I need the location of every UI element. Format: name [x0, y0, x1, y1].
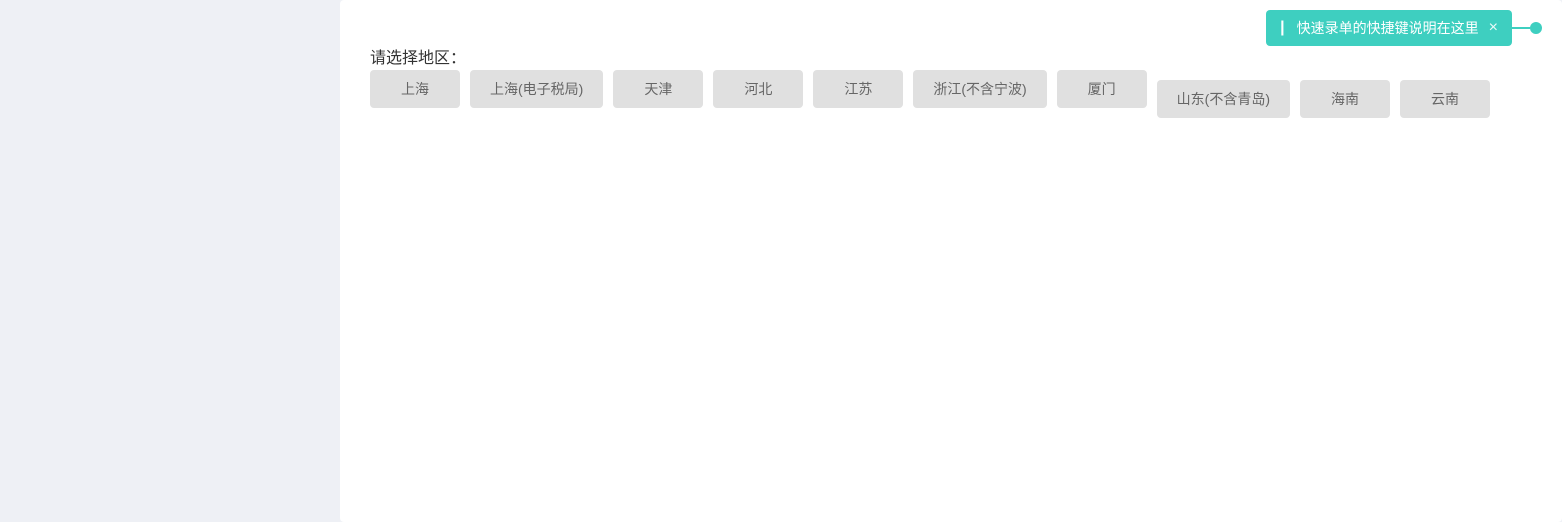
region-btn-yunnan[interactable]: 云南 — [1400, 80, 1490, 118]
region-buttons-container: 上海上海(电子税局) 天津河北江苏浙江(不含宁波) 厦门山东(不含青岛) 海南云南 — [370, 70, 1520, 118]
tooltip-connector-line — [1512, 27, 1530, 29]
region-btn-hainan[interactable]: 海南 — [1300, 80, 1390, 118]
left-sidebar — [0, 0, 340, 522]
tooltip-text: 快速录单的快捷键说明在这里 — [1297, 18, 1479, 38]
region-btn-xiamen[interactable]: 厦门 — [1057, 70, 1147, 108]
region-btn-tianjin[interactable]: 天津 — [613, 70, 703, 108]
main-content: 请选择地区： 上海上海(电子税局) 天津河北江苏浙江(不含宁波) 厦门山东(不含青岛… — [340, 0, 1562, 522]
tooltip-connector-dot — [1530, 22, 1542, 34]
region-btn-shanghai[interactable]: 上海 — [370, 70, 460, 108]
region-label: 请选择地区： — [370, 44, 466, 68]
region-btn-shanghai-e-tax[interactable]: 上海(电子税局) — [470, 70, 603, 108]
region-btn-zhejiang[interactable]: 浙江(不含宁波) — [913, 70, 1046, 108]
region-btn-hebei[interactable]: 河北 — [713, 70, 803, 108]
region-btn-jiangsu[interactable]: 江苏 — [813, 70, 903, 108]
region-btn-shandong[interactable]: 山东(不含青岛) — [1157, 80, 1290, 118]
tooltip-banner: 快速录单的快捷键说明在这里 × — [1266, 10, 1512, 46]
tooltip-close-button[interactable]: × — [1489, 19, 1498, 37]
